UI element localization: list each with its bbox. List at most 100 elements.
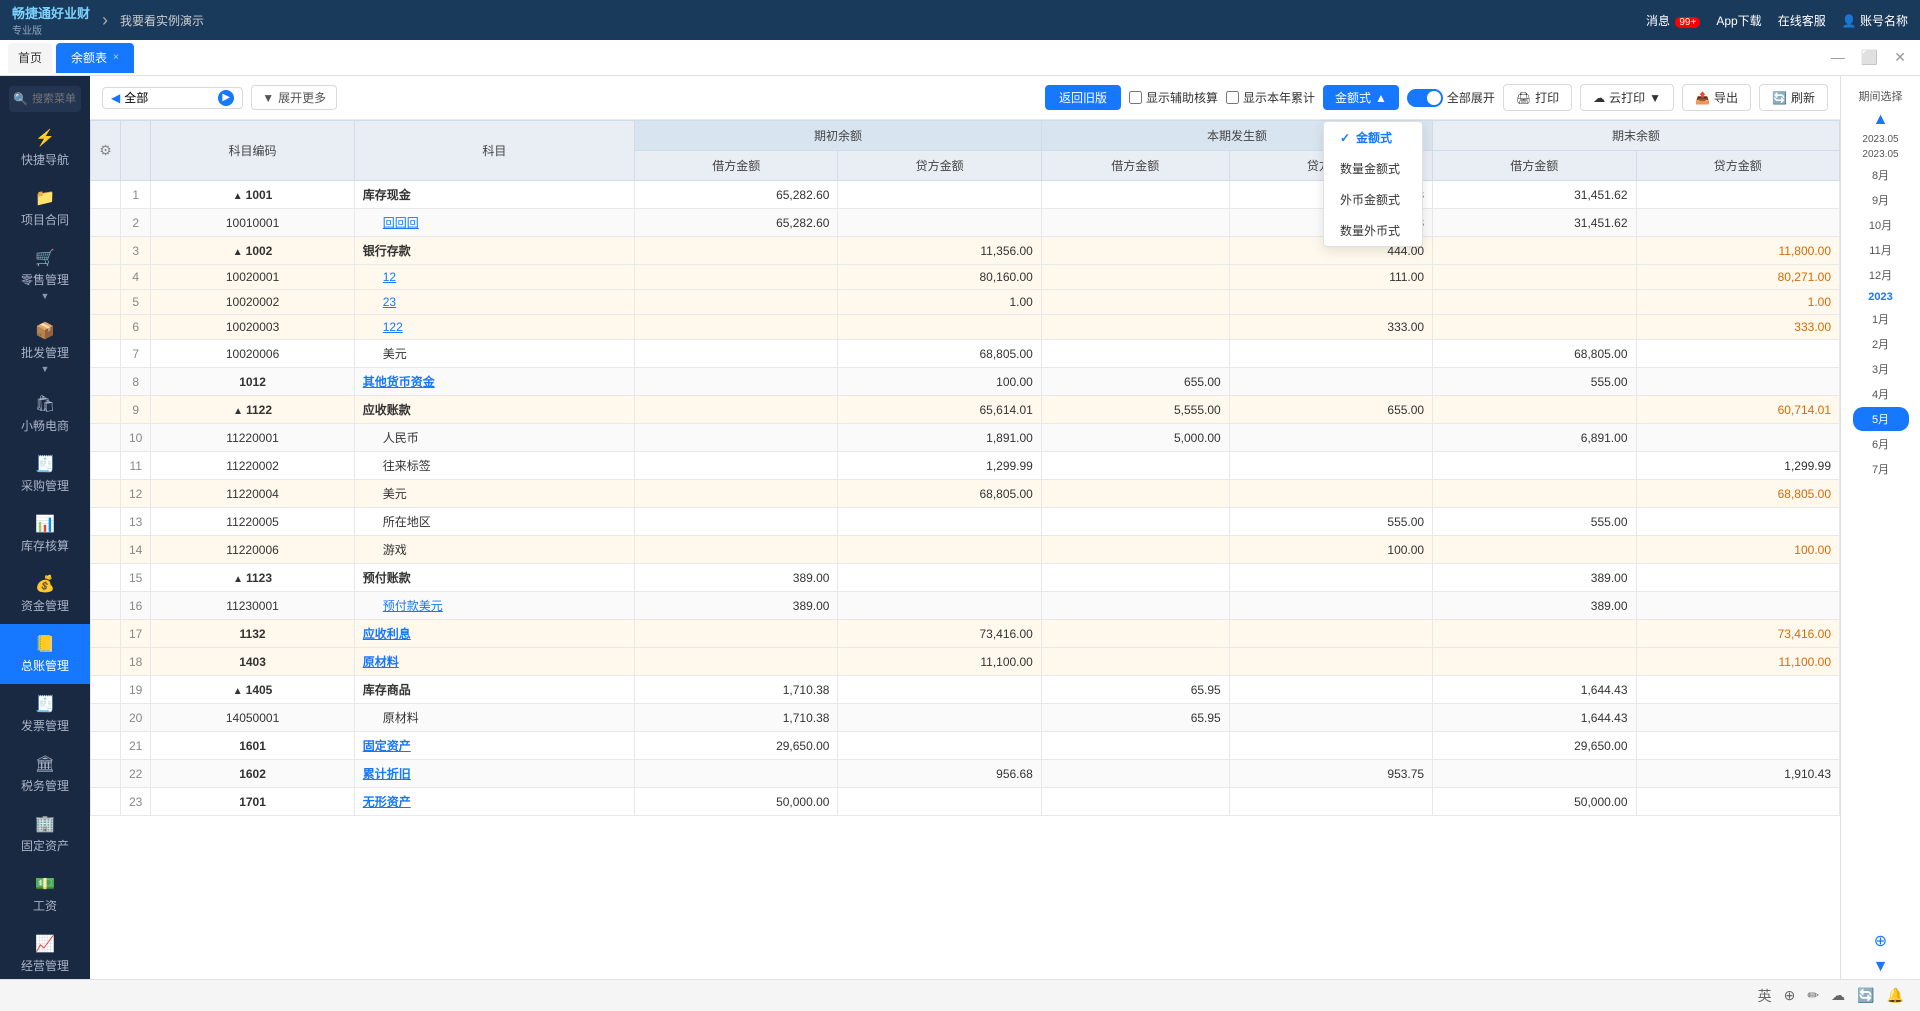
expand-more-btn[interactable]: ▼ 展开更多 [251, 85, 337, 110]
row-name[interactable]: 回回回 [354, 209, 634, 237]
sidebar-item-project[interactable]: 📁 项目合同 [0, 178, 90, 238]
period-month-2[interactable]: 2月 [1853, 332, 1909, 356]
tab-home[interactable]: 首页 [8, 43, 52, 73]
cloud-print-btn[interactable]: ☁ 云打印 ▼ [1580, 84, 1674, 111]
row-name[interactable]: 应收利息 [354, 620, 634, 648]
win-minimize-btn[interactable]: — [1825, 47, 1851, 68]
settings-icon[interactable]: ⚙ [99, 142, 112, 158]
row-name[interactable]: 预付款美元 [354, 592, 634, 620]
period-month-4[interactable]: 4月 [1853, 382, 1909, 406]
period-month-1[interactable]: 1月 [1853, 307, 1909, 331]
ytd-check-item[interactable]: 显示本年累计 [1226, 89, 1315, 106]
period-month-9[interactable]: 9月 [1853, 188, 1909, 212]
account-search-box[interactable]: ◀ ▶ [102, 87, 243, 109]
cloud-icon[interactable]: ☁ [1831, 987, 1845, 1004]
row-name[interactable]: 其他货币资金 [354, 368, 634, 396]
collapse-icon[interactable]: ▲ [233, 686, 243, 697]
dropdown-item-amount[interactable]: ✓ 金额式 [1324, 122, 1422, 153]
sidebar-item-wholesale[interactable]: 📦 批发管理 ▼ [0, 311, 90, 384]
sidebar-search-input[interactable] [32, 93, 90, 105]
online-service-btn[interactable]: 在线客服 [1778, 12, 1826, 29]
row-name[interactable]: 累计折旧 [354, 760, 634, 788]
period-next-arrow[interactable]: ▼ [1870, 955, 1892, 979]
sidebar-item-invoice[interactable]: 🧾 发票管理 [0, 684, 90, 744]
row-pa-credit: 655.00 [1229, 396, 1432, 424]
amount-type-dropdown-btn[interactable]: 金额式 ▲ [1323, 85, 1399, 110]
period-expand-icon[interactable]: ⊕ [1870, 927, 1891, 955]
toggle-control[interactable] [1407, 89, 1443, 107]
zoom-icon[interactable]: ⊕ [1784, 987, 1796, 1004]
collapse-icon[interactable]: ▲ [233, 406, 243, 417]
message-btn[interactable]: 消息 99+ [1646, 12, 1700, 29]
row-num: 18 [121, 648, 151, 676]
collapse-icon[interactable]: ▲ [233, 247, 243, 258]
aux-check-item[interactable]: 显示辅助核算 [1129, 89, 1218, 106]
top-bar-left: 畅捷通好业财 专业版 › 我要看实例演示 [12, 3, 204, 37]
row-num: 10 [121, 424, 151, 452]
row-name[interactable]: 无形资产 [354, 788, 634, 816]
sidebar-item-operations[interactable]: 📈 经营管理 [0, 924, 90, 979]
period-month-7[interactable]: 7月 [1853, 457, 1909, 481]
sidebar-item-ecommerce[interactable]: 🛍 小畅电商 [0, 384, 90, 444]
win-maximize-btn[interactable]: ⬜ [1855, 47, 1884, 68]
top-bar: 畅捷通好业财 专业版 › 我要看实例演示 消息 99+ App下载 在线客服 👤… [0, 0, 1920, 40]
win-close-btn[interactable]: ✕ [1888, 47, 1912, 68]
row-ob-debit: 50,000.00 [635, 788, 838, 816]
dropdown-item-qty-foreign[interactable]: 数量外币式 [1324, 215, 1422, 246]
return-old-btn[interactable]: 返回旧版 [1045, 85, 1121, 110]
edit-icon[interactable]: ✏ [1807, 987, 1819, 1004]
sidebar-item-ledger[interactable]: 📒 总账管理 [0, 624, 90, 684]
row-cb-debit [1433, 452, 1636, 480]
table-row: 1211220004美元68,805.0068,805.00 [91, 480, 1840, 508]
period-month-3[interactable]: 3月 [1853, 357, 1909, 381]
sidebar-item-quicknav[interactable]: ⚡ 快捷导航 [0, 118, 90, 178]
sidebar-item-salary[interactable]: 💵 工资 [0, 864, 90, 924]
period-month-11[interactable]: 11月 [1853, 238, 1909, 262]
refresh-btn[interactable]: 🔄 刷新 [1759, 84, 1828, 111]
sync-icon[interactable]: 🔄 [1857, 987, 1874, 1004]
sidebar-search-box[interactable]: 🔍 [9, 86, 81, 112]
row-name[interactable]: 122 [354, 315, 634, 340]
year-2022b: 2023.05 [1841, 147, 1920, 162]
period-month-6[interactable]: 6月 [1853, 432, 1909, 456]
account-search-input[interactable] [124, 91, 214, 105]
row-name[interactable]: 12 [354, 265, 634, 290]
dropdown-item-qty-amount[interactable]: 数量金额式 [1324, 153, 1422, 184]
sidebar-item-purchase[interactable]: 🧾 采购管理 [0, 444, 90, 504]
aux-check-input[interactable] [1129, 91, 1142, 104]
sidebar-item-retail[interactable]: 🛒 零售管理 ▼ [0, 238, 90, 311]
row-cb-credit [1636, 508, 1840, 536]
row-name[interactable]: 23 [354, 290, 634, 315]
period-month-10[interactable]: 10月 [1853, 213, 1909, 237]
tab-close-btn[interactable]: × [113, 52, 119, 63]
print-btn[interactable]: 🖨 打印 [1503, 84, 1572, 111]
sidebar-item-inventory[interactable]: 📊 库存核算 [0, 504, 90, 564]
sidebar-item-assets[interactable]: 🏢 固定资产 [0, 804, 90, 864]
period-prev-arrow[interactable]: ▲ [1870, 108, 1892, 132]
tab-balance-sheet[interactable]: 余额表 × [56, 43, 134, 73]
row-pa-debit [1041, 452, 1229, 480]
period-month-5[interactable]: 5月 [1853, 407, 1909, 431]
period-month-8[interactable]: 8月 [1853, 163, 1909, 187]
search-left-arrow[interactable]: ◀ [111, 91, 120, 105]
avatar[interactable]: 👤 账号名称 [1842, 12, 1908, 29]
table-row: 4100200011280,160.00111.0080,271.00 [91, 265, 1840, 290]
collapse-icon[interactable]: ▲ [233, 191, 243, 202]
lang-icon[interactable]: 英 [1758, 986, 1772, 1006]
sidebar-item-label: 经营管理 [21, 957, 69, 974]
row-name[interactable]: 固定资产 [354, 732, 634, 760]
app-download-btn[interactable]: App下载 [1716, 12, 1761, 29]
sidebar-item-capital[interactable]: 💰 资金管理 [0, 564, 90, 624]
expand-all-toggle[interactable]: 全部展开 [1407, 89, 1495, 107]
row-name[interactable]: 原材料 [354, 648, 634, 676]
dropdown-item-foreign-amount[interactable]: 外币金额式 [1324, 184, 1422, 215]
export-btn[interactable]: 📤 导出 [1682, 84, 1751, 111]
period-month-12[interactable]: 12月 [1853, 263, 1909, 287]
row-cb-debit [1433, 536, 1636, 564]
search-right-arrow[interactable]: ▶ [218, 90, 234, 106]
demo-link[interactable]: 我要看实例演示 [120, 12, 204, 29]
sidebar-item-tax[interactable]: 🏛 税务管理 [0, 744, 90, 804]
collapse-icon[interactable]: ▲ [233, 574, 243, 585]
ytd-check-input[interactable] [1226, 91, 1239, 104]
bell-icon[interactable]: 🔔 [1887, 987, 1904, 1004]
